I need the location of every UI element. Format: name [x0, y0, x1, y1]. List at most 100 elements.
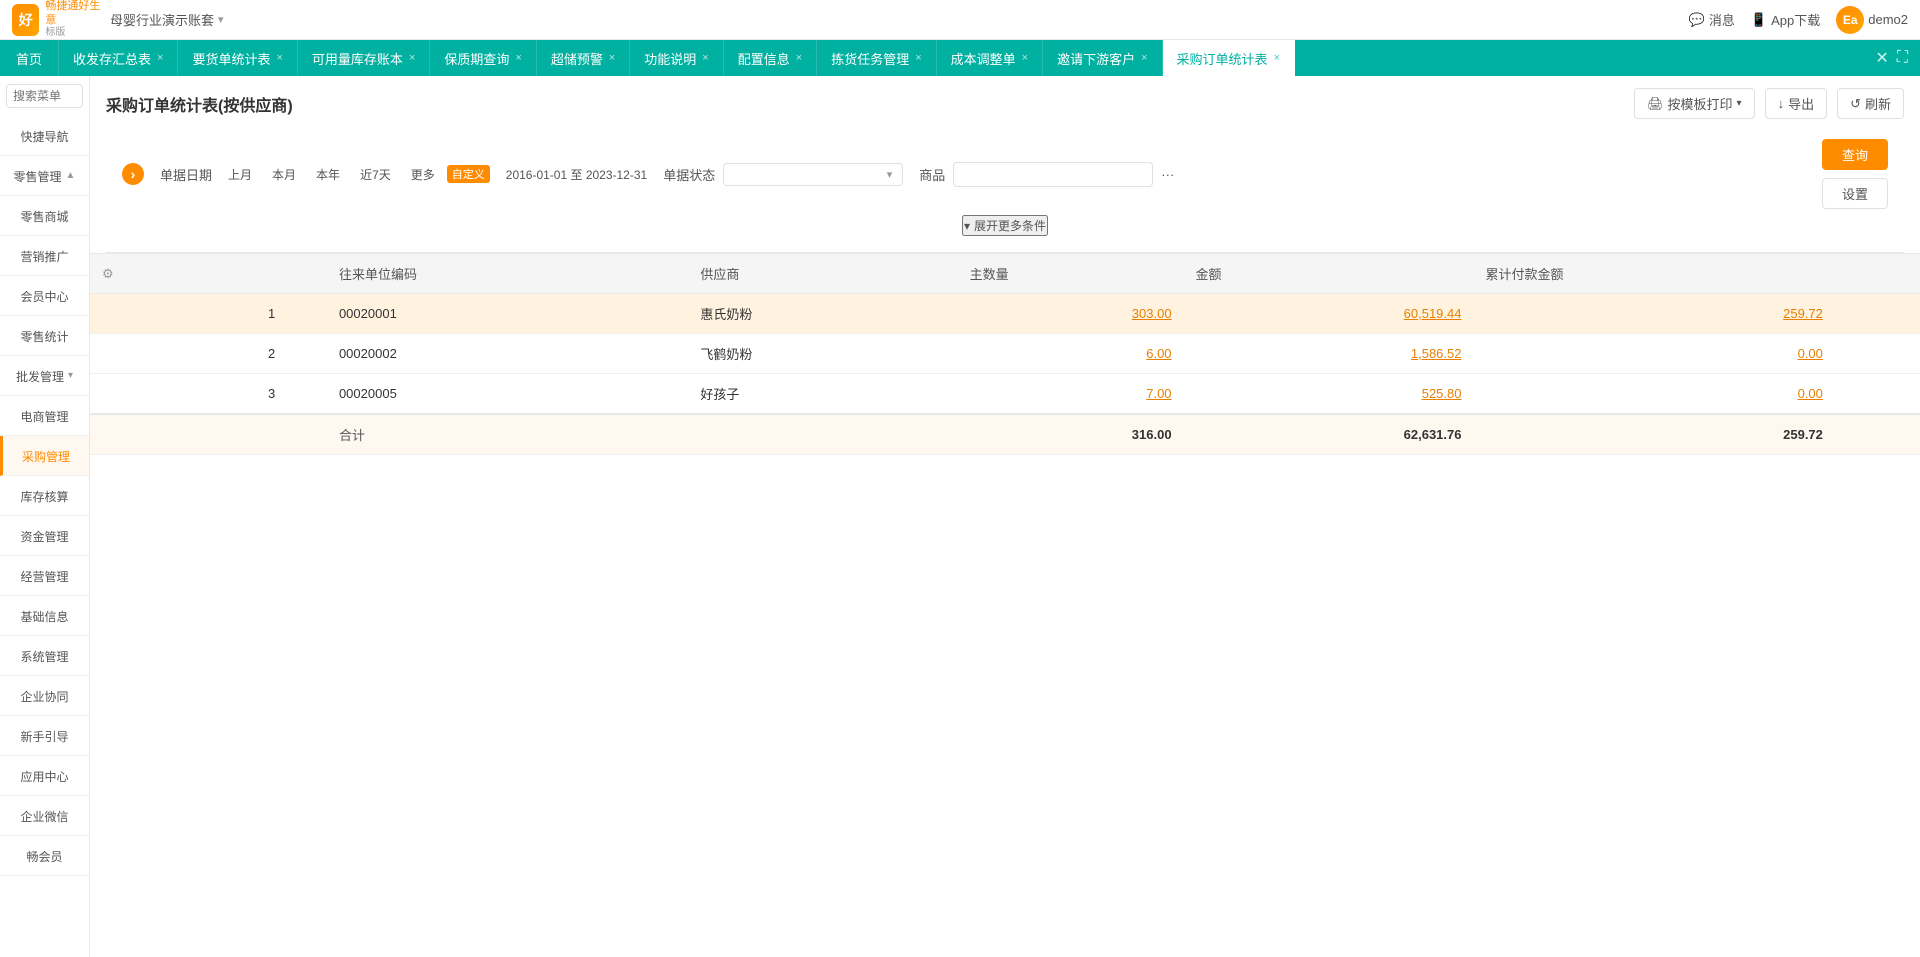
date-this-month-button[interactable]: 本月: [264, 164, 304, 185]
row-settings-icon: [90, 334, 216, 374]
paid-amount[interactable]: 0.00: [1473, 334, 1834, 374]
close-tab-config[interactable]: ×: [796, 52, 802, 64]
print-icon: 🖨: [1647, 96, 1664, 112]
sidebar-item-finance-mgmt[interactable]: 资金管理: [0, 516, 89, 556]
close-tab-requisition[interactable]: ×: [276, 52, 282, 64]
tab-function-desc[interactable]: 功能说明 ×: [630, 40, 723, 76]
sidebar-item-member-center[interactable]: 会员中心: [0, 276, 89, 316]
sidebar-item-operations-mgmt[interactable]: 经营管理: [0, 556, 89, 596]
logo-icon: 好: [12, 4, 39, 36]
sidebar-item-ecommerce-mgmt[interactable]: 电商管理: [0, 396, 89, 436]
sidebar-item-purchase-mgmt[interactable]: 采购管理: [0, 436, 89, 476]
settings-button[interactable]: 设置: [1822, 178, 1888, 209]
tab-purchase-summary[interactable]: 采购订单统计表 ×: [1163, 40, 1295, 76]
sidebar-item-retail-store[interactable]: 零售商城: [0, 196, 89, 236]
date-range-item: 2016-01-01 至 2023-12-31: [506, 166, 647, 183]
sidebar-item-wholesale-mgmt[interactable]: 批发管理 ▾: [0, 356, 89, 396]
sidebar-search-area: [0, 76, 89, 116]
data-table: ⚙ 往来单位编码 供应商 主数量 金额 累计付款金额 1: [90, 254, 1920, 455]
quantity[interactable]: 6.00: [958, 334, 1184, 374]
download-icon: 📱: [1751, 12, 1767, 28]
amount[interactable]: 1,586.52: [1184, 334, 1474, 374]
sidebar-item-vip-member[interactable]: 畅会员: [0, 836, 89, 876]
table-row[interactable]: 2 00020002 飞鹤奶粉 6.00 1,586.52 0.00: [90, 334, 1920, 374]
close-tab-function[interactable]: ×: [702, 52, 708, 64]
sidebar-item-new-guide[interactable]: 新手引导: [0, 716, 89, 756]
close-tab-receive-summary[interactable]: ×: [157, 52, 163, 64]
tab-invite-downstream[interactable]: 邀请下游客户 ×: [1043, 40, 1162, 76]
tab-shelf-life[interactable]: 保质期查询 ×: [430, 40, 536, 76]
amount[interactable]: 60,519.44: [1184, 294, 1474, 334]
export-button[interactable]: ↓ 导出: [1765, 88, 1828, 119]
close-tab-purchase-summary[interactable]: ×: [1274, 52, 1280, 64]
amount[interactable]: 525.80: [1184, 374, 1474, 415]
close-tab-cost[interactable]: ×: [1022, 52, 1028, 64]
nav-tabs: 首页 收发存汇总表 × 要货单统计表 × 可用量库存账本 × 保质期查询 × 超…: [0, 40, 1920, 76]
quantity[interactable]: 303.00: [958, 294, 1184, 334]
sidebar-item-basic-info[interactable]: 基础信息: [0, 596, 89, 636]
search-input[interactable]: [6, 84, 83, 108]
sidebar-item-marketing[interactable]: 营销推广: [0, 236, 89, 276]
tab-requisition-summary[interactable]: 要货单统计表 ×: [178, 40, 297, 76]
goods-filter-input[interactable]: [953, 162, 1153, 187]
paid-amount[interactable]: 0.00: [1473, 374, 1834, 415]
table-row[interactable]: 1 00020001 惠氏奶粉 303.00 60,519.44 259.72: [90, 294, 1920, 334]
date-last-month-button[interactable]: 上月: [220, 164, 260, 185]
tab-cost-adjust[interactable]: 成本调整单 ×: [937, 40, 1043, 76]
col-row-num: [216, 254, 327, 294]
sidebar-item-app-center[interactable]: 应用中心: [0, 756, 89, 796]
tab-config-info[interactable]: 配置信息 ×: [724, 40, 817, 76]
tab-home[interactable]: 首页: [0, 40, 59, 76]
table-row[interactable]: 3 00020005 好孩子 7.00 525.80 0.00: [90, 374, 1920, 415]
logo-text: 畅捷通好生意 标版: [45, 0, 102, 38]
workspace-selector[interactable]: 母婴行业演示账套 ▾: [110, 10, 224, 29]
col-spacer: [1835, 254, 1920, 294]
status-filter-item: 单据状态 ▾: [663, 163, 903, 186]
print-button[interactable]: 🖨 按模板打印 ▾: [1634, 88, 1755, 119]
filter-area: › 单据日期 上月 本月 本年 近7天 更多 自定义: [106, 129, 1904, 253]
table-area: ⚙ 往来单位编码 供应商 主数量 金额 累计付款金额 1: [90, 254, 1920, 957]
expand-conditions-button[interactable]: ▾ 展开更多条件: [962, 215, 1048, 236]
quantity[interactable]: 7.00: [958, 374, 1184, 415]
user-profile[interactable]: Ea demo2: [1836, 6, 1908, 34]
close-tab-shelf-life[interactable]: ×: [515, 52, 521, 64]
status-select[interactable]: ▾: [723, 163, 903, 186]
query-button[interactable]: 查询: [1822, 139, 1888, 170]
close-tab-available-stock[interactable]: ×: [409, 52, 415, 64]
paid-amount[interactable]: 259.72: [1473, 294, 1834, 334]
app-download-button[interactable]: 📱 App下载: [1751, 10, 1820, 29]
sidebar-item-retail-mgmt[interactable]: 零售管理 ▲: [0, 156, 89, 196]
logo-area: 好 畅捷通好生意 标版: [12, 0, 102, 38]
sidebar-item-enterprise-coop[interactable]: 企业协同: [0, 676, 89, 716]
tab-available-stock[interactable]: 可用量库存账本 ×: [298, 40, 430, 76]
date-filter-item: 单据日期 上月 本月 本年 近7天 更多 自定义: [160, 164, 490, 185]
refresh-button[interactable]: ↺ 刷新: [1837, 88, 1904, 119]
sidebar-item-system-mgmt[interactable]: 系统管理: [0, 636, 89, 676]
sidebar-item-quick-nav[interactable]: 快捷导航: [0, 116, 89, 156]
close-all-tabs-button[interactable]: ✕: [1875, 48, 1888, 68]
date-more-button[interactable]: 更多: [403, 164, 443, 185]
row-num: 3: [216, 374, 327, 415]
close-tab-picking[interactable]: ×: [915, 52, 921, 64]
message-button[interactable]: 💬 消息: [1689, 10, 1735, 29]
filter-toggle-button[interactable]: ›: [122, 163, 144, 185]
tab-receive-summary[interactable]: 收发存汇总表 ×: [59, 40, 178, 76]
date-last-7days-button[interactable]: 近7天: [352, 164, 399, 185]
date-this-year-button[interactable]: 本年: [308, 164, 348, 185]
fullscreen-button[interactable]: ⛶: [1897, 49, 1908, 67]
workspace-arrow-icon: ▾: [218, 13, 224, 26]
sidebar-item-enterprise-wechat[interactable]: 企业微信: [0, 796, 89, 836]
close-tab-invite[interactable]: ×: [1141, 52, 1147, 64]
supplier-code: 00020005: [327, 374, 688, 415]
sidebar-item-stock-check[interactable]: 库存核算: [0, 476, 89, 516]
sidebar-item-retail-stats[interactable]: 零售统计: [0, 316, 89, 356]
goods-filter-more-button[interactable]: ···: [1161, 167, 1174, 182]
tab-picking-task[interactable]: 拣货任务管理 ×: [817, 40, 936, 76]
date-shortcuts: 上月 本月 本年 近7天 更多 自定义: [220, 164, 490, 185]
column-settings-icon[interactable]: ⚙: [102, 266, 114, 281]
expand-row: ▾ 展开更多条件: [122, 209, 1888, 242]
page-title: 采购订单统计表(按供应商): [106, 92, 293, 116]
footer-amount: 62,631.76: [1184, 414, 1474, 455]
tab-overstock-warning[interactable]: 超储预警 ×: [537, 40, 630, 76]
close-tab-overstock[interactable]: ×: [609, 52, 615, 64]
